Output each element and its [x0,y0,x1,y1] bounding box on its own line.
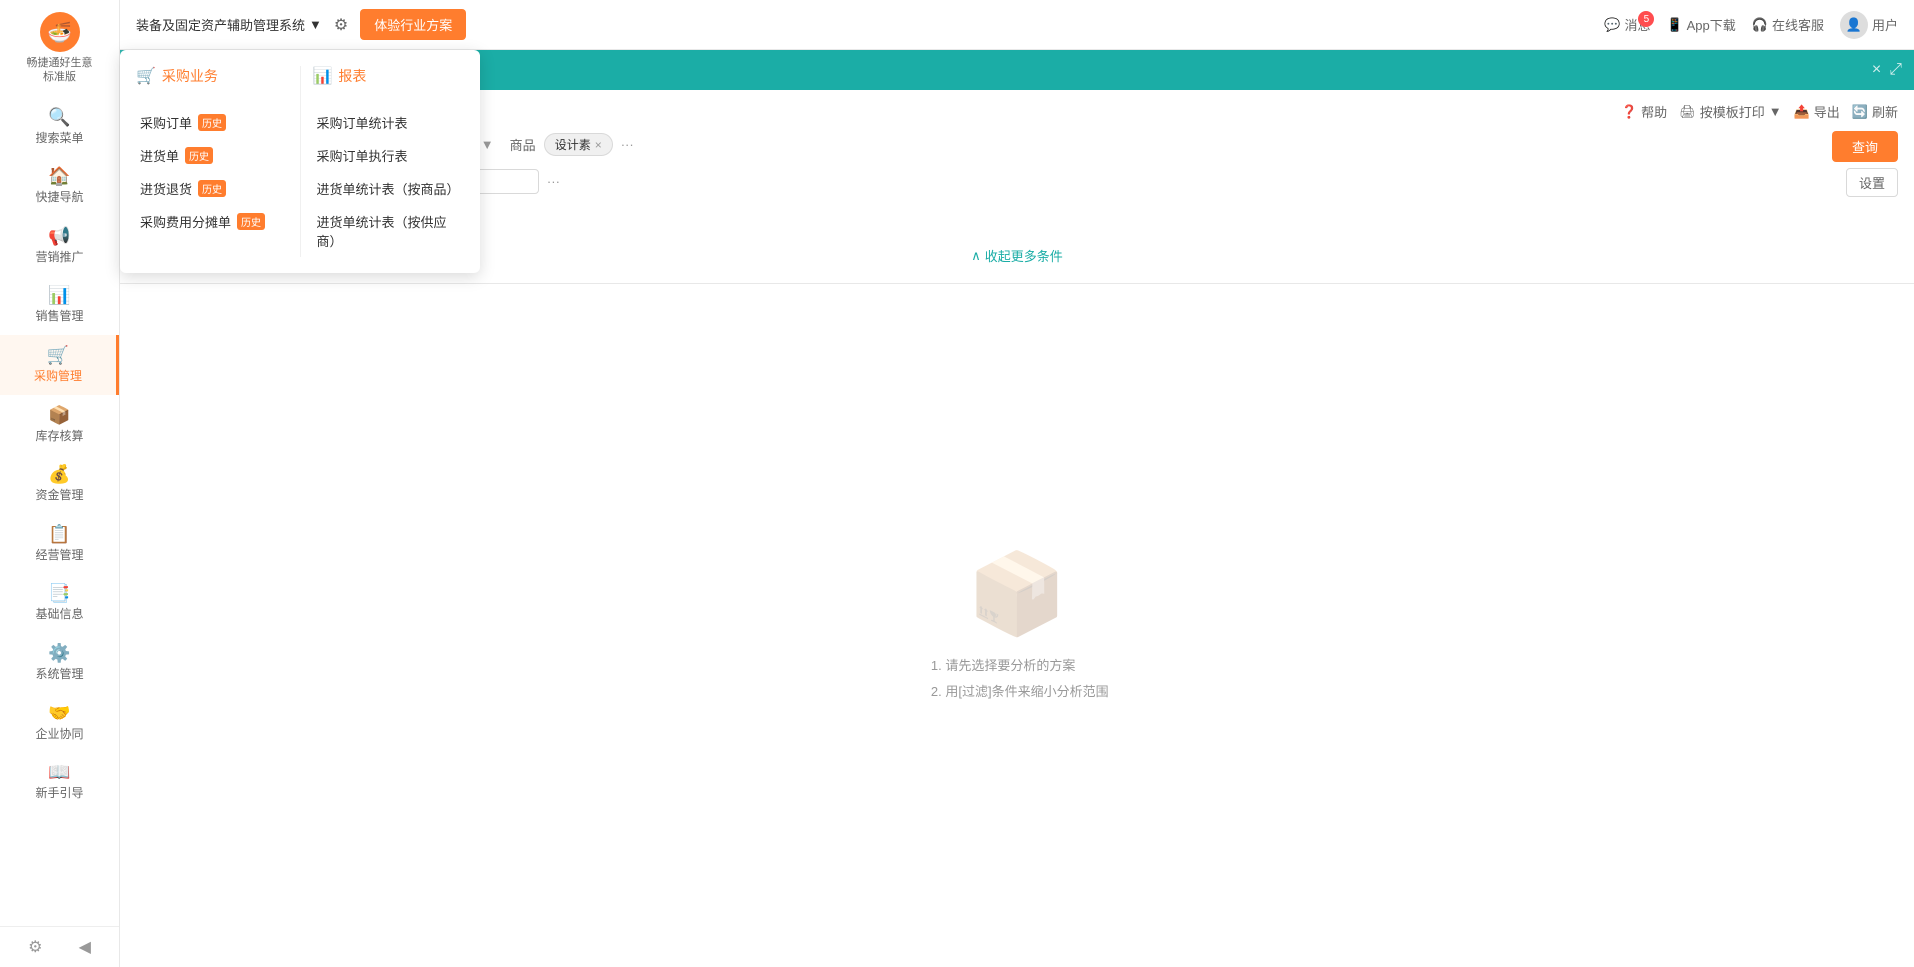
sales-icon: 📊 [48,285,70,306]
search-icon: 🔍 [48,107,70,128]
topbar-actions: 💬 消息 5 📱 App下载 🎧 在线客服 👤 用户 [1604,11,1898,39]
history-tag-0: 历史 [198,114,226,131]
tabbar-right: × ⤢ [1872,61,1914,79]
sidebar-item-search[interactable]: 🔍 搜索菜单 [0,97,119,157]
app-download-btn[interactable]: 📱 App下载 [1666,15,1735,34]
history-tag-3: 历史 [237,213,265,230]
finance-icon: 💰 [48,464,70,485]
sidebar-item-quicknav[interactable]: 🏠 快捷导航 [0,156,119,216]
doc-status-dots[interactable]: ▼ [481,137,494,152]
operations-icon: 📋 [48,524,70,545]
dropdown-item-incoming-by-supplier[interactable]: 进货单统计表（按供应商） [313,205,465,257]
system-icon: ⚙️ [48,643,70,664]
guide-icon: 📖 [48,762,70,783]
goods-tag-close[interactable]: × [595,138,602,152]
sidebar-footer: ⚙ ◀ [0,926,119,967]
topbar-settings-icon[interactable]: ⚙ [334,15,348,35]
industry-btn[interactable]: 体验行业方案 [360,9,466,40]
user-btn[interactable]: 👤 用户 [1840,11,1898,39]
message-badge: 5 [1638,11,1654,27]
dropdown-report-title: 📊 报表 [313,66,465,94]
dropdown-item-order-stats[interactable]: 采购订单统计表 [313,106,465,139]
sidebar: 🍜 畅捷通好生意 标准版 🔍 搜索菜单 🏠 快捷导航 📢 营销推广 📊 销售管理 [0,0,120,967]
purchase-section-icon: 🛒 [136,66,156,86]
message-btn[interactable]: 💬 消息 5 [1604,15,1650,34]
dropdown-menu: 🛒 采购业务 采购订单 历史 进货单 历史 进货退货 历史 采购费用分摊单 历史 [120,50,480,273]
home-icon: 🏠 [48,166,70,187]
print-btn[interactable]: 🖨 按模板打印 ▼ [1679,102,1781,121]
enterprise-icon: 🤝 [48,703,70,724]
query-btn[interactable]: 查询 [1832,131,1898,162]
topbar-title: 装备及固定资产辅助管理系统 [136,15,305,34]
inventory-icon: 📦 [48,405,70,426]
sidebar-item-finance[interactable]: 💰 资金管理 [0,454,119,514]
dropdown-item-purchase-order[interactable]: 采购订单 历史 [136,106,288,139]
empty-state: 📦 请先选择要分析的方案 用[过滤]条件来缩小分析范围 [120,284,1914,967]
help-icon: ❓ [1621,104,1637,120]
headset-icon: 🎧 [1752,17,1768,33]
topbar-title-select[interactable]: 装备及固定资产辅助管理系统 ▼ [136,15,322,34]
goods-tag: 设计素 × [544,133,613,156]
empty-tips: 请先选择要分析的方案 用[过滤]条件来缩小分析范围 [925,653,1108,705]
chevron-down-icon: ▼ [309,17,322,32]
empty-tip-2: 用[过滤]条件来缩小分析范围 [945,679,1108,705]
window-expand-icon[interactable]: ⤢ [1889,61,1902,79]
topbar: 装备及固定资产辅助管理系统 ▼ ⚙ 体验行业方案 💬 消息 5 📱 App下载 … [120,0,1914,50]
empty-illustration: 📦 [967,547,1067,641]
marketing-icon: 📢 [48,226,70,247]
sidebar-item-operations[interactable]: 📋 经营管理 [0,514,119,574]
dropdown-item-order-exec[interactable]: 采购订单执行表 [313,139,465,172]
refresh-icon: 🔄 [1852,104,1868,120]
collapse-icon: ∧ [971,248,981,264]
refresh-btn[interactable]: 🔄 刷新 [1852,102,1898,121]
dropdown-item-incoming-by-goods[interactable]: 进货单统计表（按商品） [313,172,465,205]
export-btn[interactable]: 📤 导出 [1794,102,1840,121]
sidebar-nav: 🔍 搜索菜单 🏠 快捷导航 📢 营销推广 📊 销售管理 🛒 采购管理 📦 [0,97,119,926]
print-chevron-icon: ▼ [1769,104,1782,119]
history-tag-1: 历史 [185,147,213,164]
empty-tip-1: 请先选择要分析的方案 [945,653,1108,679]
window-close-icon[interactable]: × [1872,61,1881,79]
sidebar-item-purchase[interactable]: 🛒 采购管理 [0,335,119,395]
section-divider [300,66,301,257]
online-support-btn[interactable]: 🎧 在线客服 [1752,15,1824,34]
help-btn[interactable]: ❓ 帮助 [1621,102,1667,121]
sidebar-item-sales[interactable]: 📊 销售管理 [0,275,119,335]
goods-dots[interactable]: ··· [621,137,634,152]
dropdown-item-expense[interactable]: 采购费用分摊单 历史 [136,205,288,238]
dropdown-purchase-title: 🛒 采购业务 [136,66,288,94]
collapse-sidebar-btn[interactable]: ◀ [79,937,91,957]
export-icon: 📤 [1794,104,1810,120]
settings-footer-btn[interactable]: ⚙ [28,937,42,957]
settings-btn[interactable]: 设置 [1846,168,1898,197]
message-icon: 💬 [1604,17,1620,33]
sidebar-logo: 🍜 畅捷通好生意 标准版 [0,0,119,97]
history-tag-2: 历史 [198,180,226,197]
sidebar-item-guide[interactable]: 📖 新手引导 [0,752,119,812]
dropdown-item-incoming[interactable]: 进货单 历史 [136,139,288,172]
filter-group-goods: 商品 设计素 × ··· [510,133,634,156]
print-icon: 🖨 [1679,104,1696,120]
sidebar-item-marketing[interactable]: 📢 营销推广 [0,216,119,276]
dropdown-sections: 🛒 采购业务 采购订单 历史 进货单 历史 进货退货 历史 采购费用分摊单 历史 [136,66,464,257]
dropdown-purchase-section: 🛒 采购业务 采购订单 历史 进货单 历史 进货退货 历史 采购费用分摊单 历史 [136,66,288,257]
purchase-icon: 🛒 [47,345,69,366]
salesperson-dots[interactable]: ··· [547,174,560,189]
logo-text: 畅捷通好生意 标准版 [27,56,93,85]
phone-icon: 📱 [1666,17,1682,33]
sidebar-item-system[interactable]: ⚙️ 系统管理 [0,633,119,693]
sidebar-item-basic[interactable]: 📑 基础信息 [0,573,119,633]
sidebar-item-inventory[interactable]: 📦 库存核算 [0,395,119,455]
report-section-icon: 📊 [313,66,333,86]
dropdown-report-section: 📊 报表 采购订单统计表 采购订单执行表 进货单统计表（按商品） 进货单统计表（… [313,66,465,257]
logo-icon: 🍜 [40,12,80,52]
dropdown-item-return[interactable]: 进货退货 历史 [136,172,288,205]
sidebar-item-enterprise[interactable]: 🤝 企业协同 [0,693,119,753]
avatar: 👤 [1840,11,1868,39]
basic-icon: 📑 [48,583,70,604]
goods-label: 商品 [510,135,536,154]
